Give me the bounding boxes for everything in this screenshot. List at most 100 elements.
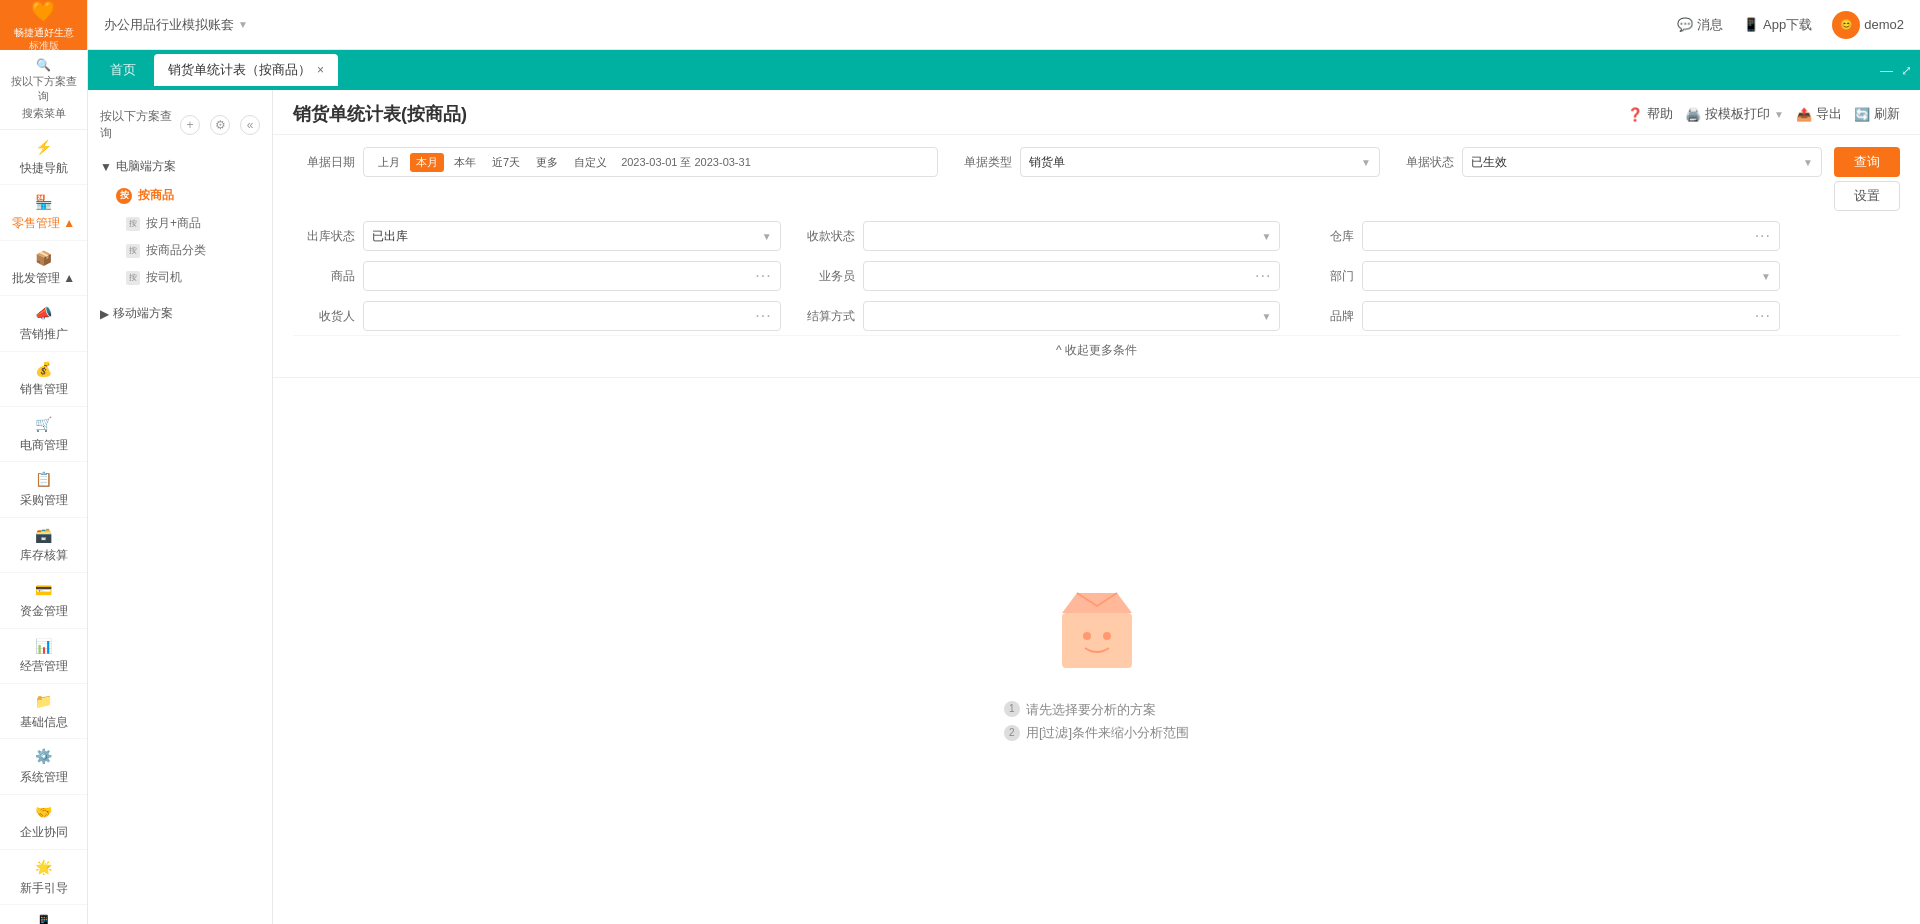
export-btn[interactable]: 📤 导出 xyxy=(1796,105,1842,123)
tree-expand-icon: ▼ xyxy=(100,160,112,174)
tree-sub-icon-month: 按 xyxy=(126,217,140,231)
export-label: 导出 xyxy=(1816,105,1842,123)
sidebar-nav-retail[interactable]: 🏪 零售管理 ▲ xyxy=(0,185,87,240)
status-label: 单据状态 xyxy=(1392,154,1462,171)
tab-home[interactable]: 首页 xyxy=(96,54,150,86)
type-label: 单据类型 xyxy=(950,154,1020,171)
sidebar-nav-base[interactable]: 📁 基础信息 xyxy=(0,684,87,739)
top-header: 办公用品行业模拟账套 ▼ 💬 消息 📱 App下载 😊 demo2 xyxy=(88,0,1920,50)
date-filter[interactable]: 上月 本月 本年 近7天 更多 自定义 2023-03-01 至 2023-03… xyxy=(363,147,938,177)
tab-bar-right: — ⤢ xyxy=(1880,63,1912,78)
sidebar-nav-ops[interactable]: 📊 经营管理 xyxy=(0,629,87,684)
salesperson-filter[interactable]: ··· xyxy=(863,261,1281,291)
empty-tip-2: 2 用[过滤]条件来缩小分析范围 xyxy=(1004,721,1189,744)
print-chevron: ▼ xyxy=(1774,109,1784,120)
out-status-filter[interactable]: 已出库 ▼ xyxy=(363,221,781,251)
tab-active[interactable]: 销货单统计表（按商品） × xyxy=(154,54,338,86)
sidebar-nav-ecommerce[interactable]: 🛒 电商管理 xyxy=(0,407,87,462)
nav-icon-inventory: 🗃️ xyxy=(6,526,81,546)
tree-sub-label-month: 按月+商品 xyxy=(146,215,201,232)
warehouse-filter[interactable]: ··· xyxy=(1362,221,1780,251)
payment-filter[interactable]: ▼ xyxy=(863,221,1281,251)
help-label: 帮助 xyxy=(1647,105,1673,123)
date-btn-7days[interactable]: 近7天 xyxy=(486,153,526,172)
app-download-btn[interactable]: 📱 App下载 xyxy=(1743,16,1812,34)
filter-section: 单据日期 上月 本月 本年 近7天 更多 自定义 2023-03-01 至 20… xyxy=(273,135,1920,378)
date-btn-more[interactable]: 更多 xyxy=(530,153,564,172)
tree-pc-title[interactable]: ▼ 电脑端方案 xyxy=(88,152,272,181)
help-btn[interactable]: ❓ 帮助 xyxy=(1627,105,1673,123)
tree-item-by-month-goods[interactable]: 按 按月+商品 xyxy=(88,210,272,237)
date-btn-lastmonth[interactable]: 上月 xyxy=(372,153,406,172)
collapse-panel-btn[interactable]: « xyxy=(240,115,260,135)
svg-point-2 xyxy=(1103,632,1111,640)
tree-item-label-goods: 按商品 xyxy=(138,187,174,204)
sidebar-nav-purchase[interactable]: 📋 采购管理 xyxy=(0,462,87,517)
tree-item-by-driver[interactable]: 按 按司机 xyxy=(88,264,272,291)
user-menu[interactable]: 😊 demo2 xyxy=(1832,11,1904,39)
tab-maximize-btn[interactable]: ⤢ xyxy=(1901,63,1912,78)
dept-filter[interactable]: ▼ xyxy=(1362,261,1780,291)
refresh-btn[interactable]: 🔄 刷新 xyxy=(1854,105,1900,123)
brand-filter[interactable]: ··· xyxy=(1362,301,1780,331)
print-icon: 🖨️ xyxy=(1685,107,1701,122)
sidebar-nav-system[interactable]: ⚙️ 系统管理 xyxy=(0,739,87,794)
setting-btn[interactable]: 设置 xyxy=(1834,181,1900,211)
status-filter[interactable]: 已生效 ▼ xyxy=(1462,147,1822,177)
empty-svg xyxy=(1037,558,1157,678)
nav-icon-enterprise: 🤝 xyxy=(6,803,81,823)
nav-icon-finance: 💳 xyxy=(6,581,81,601)
nav-icon-wholesale: 📦 xyxy=(6,249,81,269)
type-filter[interactable]: 销货单 ▼ xyxy=(1020,147,1380,177)
left-panel-header: 按以下方案查询 + ⚙ « xyxy=(88,102,272,148)
tab-bar: 首页 销货单统计表（按商品） × — ⤢ xyxy=(88,50,1920,90)
query-btn[interactable]: 查询 xyxy=(1834,147,1900,177)
search-label2: 搜索菜单 xyxy=(10,106,77,121)
search-icon: 🔍 xyxy=(36,58,51,72)
add-scheme-btn[interactable]: + xyxy=(180,115,200,135)
sidebar-nav-finance[interactable]: 💳 资金管理 xyxy=(0,573,87,628)
app-logo: 🧡 畅捷通好生意 标准版 xyxy=(0,0,87,50)
receiver-label: 收货人 xyxy=(293,308,363,325)
goods-filter[interactable]: ··· xyxy=(363,261,781,291)
right-content: 销货单统计表(按商品) ❓ 帮助 🖨️ 按模板打印 ▼ 📤 导出 xyxy=(273,90,1920,924)
tree-pc-label: 电脑端方案 xyxy=(116,158,176,175)
tip-num-2: 2 xyxy=(1004,725,1020,741)
page-title: 销货单统计表(按商品) xyxy=(293,102,467,126)
sidebar-search[interactable]: 🔍 按以下方案查询 搜索菜单 xyxy=(0,50,87,130)
collapse-btn[interactable]: ^ 收起更多条件 xyxy=(293,335,1900,365)
search-label: 按以下方案查询 xyxy=(10,74,77,104)
tab-close-btn[interactable]: × xyxy=(317,63,324,77)
settings-scheme-btn[interactable]: ⚙ xyxy=(210,115,230,135)
print-btn[interactable]: 🖨️ 按模板打印 ▼ xyxy=(1685,105,1784,123)
message-btn[interactable]: 💬 消息 xyxy=(1677,16,1723,34)
sidebar-nav-wholesale[interactable]: 📦 批发管理 ▲ xyxy=(0,241,87,296)
tree-mobile-title[interactable]: ▶ 移动端方案 xyxy=(88,299,272,328)
tab-minimize-btn[interactable]: — xyxy=(1880,63,1893,78)
tree-item-by-category[interactable]: 按 按商品分类 xyxy=(88,237,272,264)
user-avatar: 😊 xyxy=(1832,11,1860,39)
header-right: 💬 消息 📱 App下载 😊 demo2 xyxy=(1677,11,1904,39)
industry-selector[interactable]: 办公用品行业模拟账套 ▼ xyxy=(104,16,248,34)
date-btn-thisyear[interactable]: 本年 xyxy=(448,153,482,172)
salesperson-dots: ··· xyxy=(1255,267,1271,285)
sidebar-nav-inventory[interactable]: 🗃️ 库存核算 xyxy=(0,518,87,573)
left-panel: 按以下方案查询 + ⚙ « ▼ 电脑端方案 按 按商品 按 按月+商品 xyxy=(88,90,273,924)
sidebar-nav-enterprise[interactable]: 🤝 企业协同 xyxy=(0,795,87,850)
nav-icon-quicknav: ⚡ xyxy=(6,138,81,158)
dept-chevron: ▼ xyxy=(1761,271,1771,282)
sidebar-nav-apps[interactable]: 📱 应用中心 xyxy=(0,905,87,924)
sidebar-nav-marketing[interactable]: 📣 营销推广 xyxy=(0,296,87,351)
receiver-dots: ··· xyxy=(755,307,771,325)
download-icon: 📱 xyxy=(1743,17,1759,32)
tree-item-by-goods[interactable]: 按 按商品 xyxy=(88,181,272,210)
date-btn-thismonth[interactable]: 本月 xyxy=(410,153,444,172)
collapse-label: ^ 收起更多条件 xyxy=(1056,343,1137,357)
sidebar-nav-newbie[interactable]: 🌟 新手引导 xyxy=(0,850,87,905)
sidebar-nav-sales[interactable]: 💰 销售管理 xyxy=(0,352,87,407)
sidebar-nav-quicknav[interactable]: ⚡ 快捷导航 xyxy=(0,130,87,185)
receiver-filter[interactable]: ··· xyxy=(363,301,781,331)
date-btn-custom[interactable]: 自定义 xyxy=(568,153,613,172)
settlement-filter[interactable]: ▼ xyxy=(863,301,1281,331)
tree-sub-icon-driver: 按 xyxy=(126,271,140,285)
